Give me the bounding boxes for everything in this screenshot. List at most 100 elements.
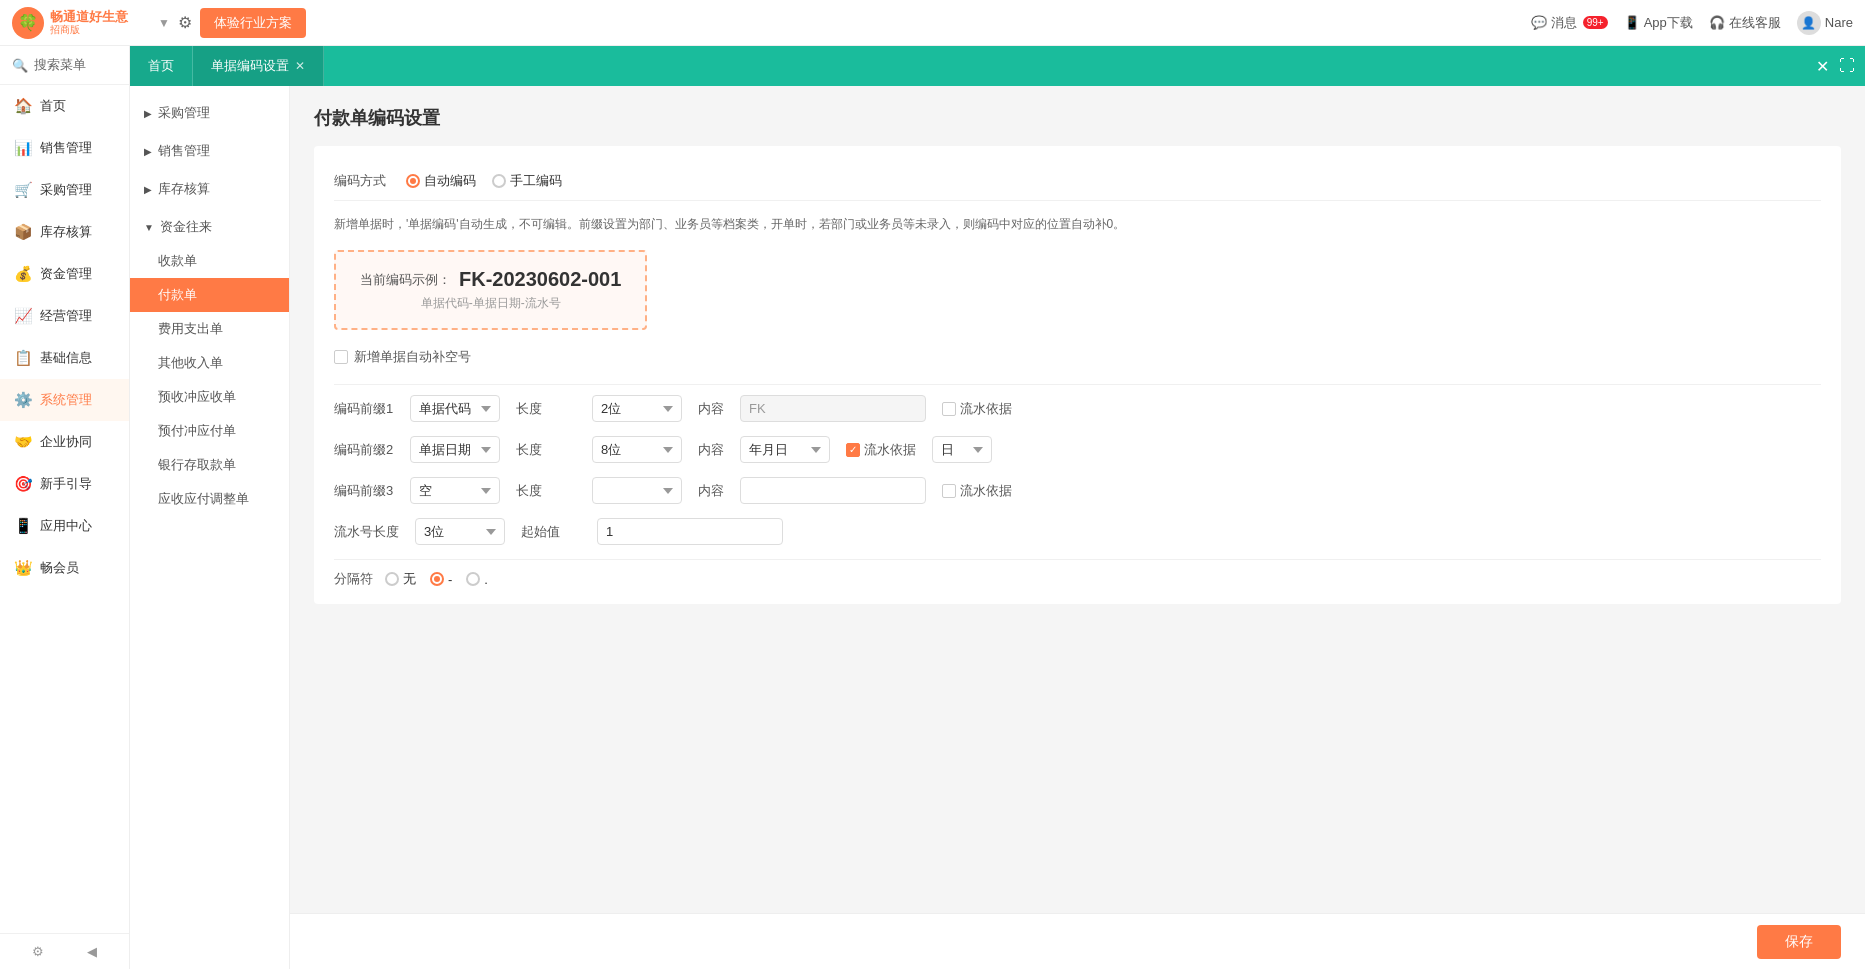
sep-none-icon (385, 572, 399, 586)
coding-radio-group: 自动编码 手工编码 (406, 172, 562, 190)
topbar: 🍀 畅通道好生意 招商版 ▼ ⚙ 体验行业方案 💬 消息 99+ 📱 App下载… (0, 0, 1865, 46)
sidebar-item-operation[interactable]: 📈 经营管理 (0, 295, 129, 337)
sidebar-item-purchase[interactable]: 🛒 采购管理 (0, 169, 129, 211)
tab-coding[interactable]: 单据编码设置 ✕ (193, 46, 324, 86)
content1-input[interactable] (740, 395, 926, 422)
sidebar-item-inventory[interactable]: 📦 库存核算 (0, 211, 129, 253)
collapse-footer-icon[interactable]: ◀ (87, 944, 97, 959)
sep-none-radio[interactable]: 无 (385, 570, 416, 588)
sales-arrow-icon: ▶ (144, 146, 152, 157)
app-icon: 📱 (1624, 15, 1640, 30)
service-label: 在线客服 (1729, 14, 1781, 32)
content2-select[interactable]: 年月日 年月 年 (740, 436, 830, 463)
sidebar-item-guide[interactable]: 🎯 新手引导 (0, 463, 129, 505)
prefix2-select[interactable]: 单据日期 部门 业务员 空 (410, 436, 500, 463)
length1-select[interactable]: 2位 4位 6位 (592, 395, 682, 422)
sub-group-inventory: ▶ 库存核算 (130, 172, 289, 206)
sidebar-label-inventory: 库存核算 (40, 223, 92, 241)
message-badge: 99+ (1583, 16, 1608, 29)
funds-arrow-icon: ▼ (144, 222, 154, 233)
sidebar-item-system[interactable]: ⚙️ 系统管理 (0, 379, 129, 421)
page-content: 付款单编码设置 编码方式 自动编码 (290, 86, 1865, 913)
main-wrapper: 首页 单据编码设置 ✕ ✕ ⛶ ▶ 采购管理 (130, 46, 1865, 969)
length3-select[interactable]: 2位 4位 (592, 477, 682, 504)
serial1-checkbox[interactable] (942, 402, 956, 416)
sub-item-payment[interactable]: 付款单 (130, 278, 289, 312)
sidebar-label-system: 系统管理 (40, 391, 92, 409)
sub-group-sales-title[interactable]: ▶ 销售管理 (130, 134, 289, 168)
sep-dot-label: . (484, 572, 488, 587)
manual-coding-radio[interactable]: 手工编码 (492, 172, 562, 190)
preview-label: 当前编码示例： (360, 271, 451, 289)
sidebar-label-apps: 应用中心 (40, 517, 92, 535)
sep-dash-label: - (448, 572, 452, 587)
auto-coding-label: 自动编码 (424, 172, 476, 190)
settings-footer-icon[interactable]: ⚙ (32, 944, 44, 959)
sub-group-funds: ▼ 资金往来 收款单 付款单 费用支出单 其他收入单 预收冲应收单 预付冲应付单… (130, 210, 289, 516)
sidebar-search[interactable]: 🔍 搜索菜单 (0, 46, 129, 85)
prefix1-row: 编码前缀1 单据代码 部门 业务员 空 长度 2位 4位 (334, 395, 1821, 422)
sub-group-funds-title[interactable]: ▼ 资金往来 (130, 210, 289, 244)
tab-home[interactable]: 首页 (130, 46, 193, 86)
prefix3-label: 编码前缀3 (334, 482, 394, 500)
serial3-checkbox[interactable] (942, 484, 956, 498)
message-btn[interactable]: 💬 消息 99+ (1531, 14, 1608, 32)
serial-len-select[interactable]: 3位 4位 5位 6位 (415, 518, 505, 545)
sidebar-label-sales: 销售管理 (40, 139, 92, 157)
preview-code: FK-20230602-001 (459, 268, 621, 291)
sidebar-item-finance[interactable]: 💰 资金管理 (0, 253, 129, 295)
preview-box: 当前编码示例： FK-20230602-001 单据代码-单据日期-流水号 (334, 250, 647, 330)
app-label: App下载 (1644, 14, 1693, 32)
prefix1-select[interactable]: 单据代码 部门 业务员 空 (410, 395, 500, 422)
sub-item-income[interactable]: 其他收入单 (130, 346, 289, 380)
separator-row: 分隔符 无 - (334, 570, 1821, 588)
serial-config-row: 流水号长度 3位 4位 5位 6位 起始值 (334, 518, 1821, 545)
sub-item-expense[interactable]: 费用支出单 (130, 312, 289, 346)
sidebar-item-home[interactable]: 🏠 首页 (0, 85, 129, 127)
auto-fill-checkbox[interactable] (334, 350, 348, 364)
sep-dot-radio[interactable]: . (466, 572, 488, 587)
trial-button[interactable]: 体验行业方案 (200, 8, 306, 38)
logo-sub: 招商版 (50, 24, 128, 36)
sidebar-label-operation: 经营管理 (40, 307, 92, 325)
serial2-unit-select[interactable]: 日 月 年 (932, 436, 992, 463)
prefix3-row: 编码前缀3 空 单据代码 部门 业务员 长度 2位 4位 (334, 477, 1821, 504)
sub-item-receipt[interactable]: 收款单 (130, 244, 289, 278)
content3-input[interactable] (740, 477, 926, 504)
sub-item-adjust[interactable]: 应收应付调整单 (130, 482, 289, 516)
service-btn[interactable]: 🎧 在线客服 (1709, 14, 1781, 32)
sep-dash-radio[interactable]: - (430, 572, 452, 587)
length2-select[interactable]: 8位 4位 6位 (592, 436, 682, 463)
start-input[interactable] (597, 518, 783, 545)
length3-label: 长度 (516, 482, 576, 500)
sep-dot-icon (466, 572, 480, 586)
sub-item-bank[interactable]: 银行存取款单 (130, 448, 289, 482)
message-icon: 💬 (1531, 15, 1547, 30)
tab-close-icon[interactable]: ✕ (295, 59, 305, 73)
manual-radio-icon (492, 174, 506, 188)
sidebar-label-finance: 资金管理 (40, 265, 92, 283)
sidebar-item-enterprise[interactable]: 🤝 企业协同 (0, 421, 129, 463)
start-label: 起始值 (521, 523, 581, 541)
prefix3-select[interactable]: 空 单据代码 部门 业务员 (410, 477, 500, 504)
app-download-btn[interactable]: 📱 App下载 (1624, 14, 1693, 32)
sub-item-advance-recv[interactable]: 预收冲应收单 (130, 380, 289, 414)
tab-expand-icon[interactable]: ⛶ (1839, 57, 1855, 75)
topbar-settings-icon[interactable]: ⚙ (178, 13, 192, 32)
sub-group-purchase-title[interactable]: ▶ 采购管理 (130, 96, 289, 130)
sidebar-item-basic[interactable]: 📋 基础信息 (0, 337, 129, 379)
topbar-nav-arrow[interactable]: ▼ (158, 16, 170, 30)
page-title: 付款单编码设置 (314, 106, 1841, 130)
serial2-checkbox[interactable]: ✓ (846, 443, 860, 457)
tab-close-window-icon[interactable]: ✕ (1816, 57, 1829, 76)
sub-group-inventory-title[interactable]: ▶ 库存核算 (130, 172, 289, 206)
sidebar-item-apps[interactable]: 📱 应用中心 (0, 505, 129, 547)
sidebar-item-sales[interactable]: 📊 销售管理 (0, 127, 129, 169)
sub-item-advance-pay[interactable]: 预付冲应付单 (130, 414, 289, 448)
user-menu[interactable]: 👤 Nare (1797, 11, 1853, 35)
auto-coding-radio[interactable]: 自动编码 (406, 172, 476, 190)
prefix2-row: 编码前缀2 单据日期 部门 业务员 空 长度 8位 4位 (334, 436, 1821, 463)
save-button[interactable]: 保存 (1757, 925, 1841, 959)
sidebar-item-member[interactable]: 👑 畅会员 (0, 547, 129, 589)
sidebar-label-purchase: 采购管理 (40, 181, 92, 199)
